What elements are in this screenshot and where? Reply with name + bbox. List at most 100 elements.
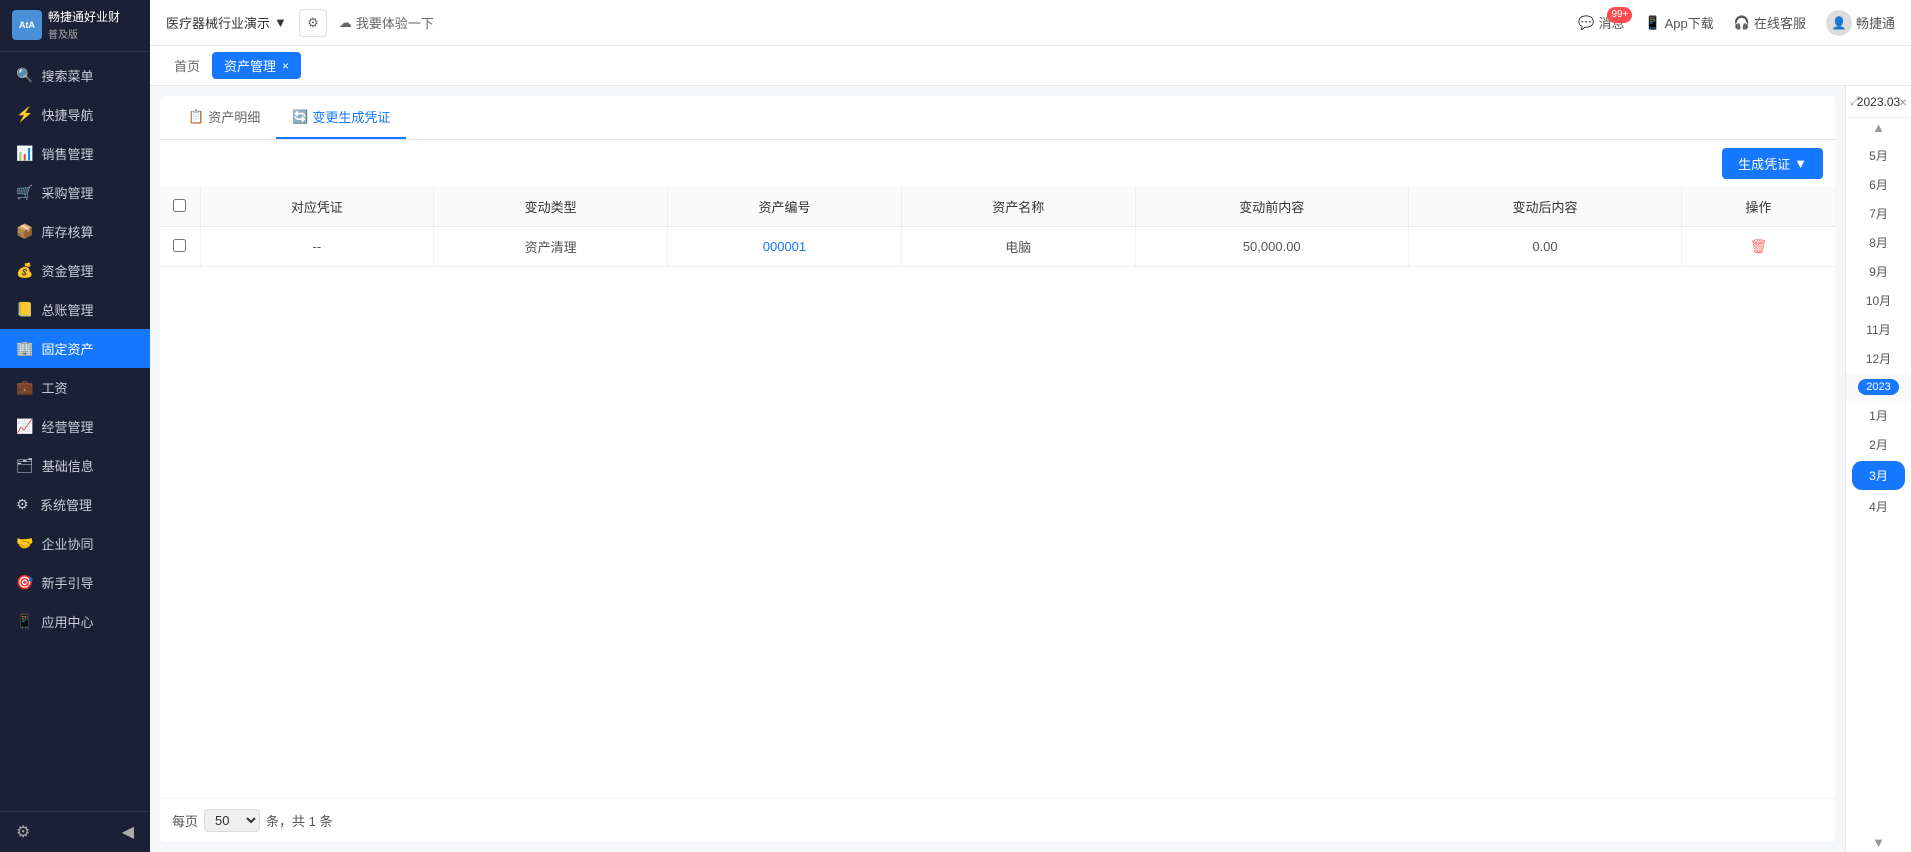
calendar-month-7月[interactable]: 7月 <box>1846 199 1911 228</box>
chevron-down-icon: ▼ <box>1872 835 1885 850</box>
app-name: 畅捷通好业财 <box>48 10 120 26</box>
sidebar-item-enterprise[interactable]: 🤝企业协同 <box>0 524 150 563</box>
calendar-2023-month-4月[interactable]: 4月 <box>1846 492 1911 521</box>
calendar-2023-month-3月[interactable]: 3月 <box>1852 461 1905 490</box>
sidebar-label-base-info: 基础信息 <box>42 456 94 475</box>
company-selector[interactable]: 医疗器械行业演示 ▼ <box>166 13 287 32</box>
sidebar-item-inventory[interactable]: 📦库存核算 <box>0 212 150 251</box>
sidebar-label-quick-nav: 快捷导航 <box>41 105 93 124</box>
col-asset-code: 资产编号 <box>668 187 902 227</box>
calendar-year-2023: 2023 <box>1846 373 1911 401</box>
topbar: 医疗器械行业演示 ▼ ⚙ ☁ 我要体验一下 💬 消息 99+ 📱 App下载 🎧… <box>150 0 1911 46</box>
sidebar-item-finance[interactable]: 💰 资金管理 <box>0 251 150 290</box>
tab-home[interactable]: 首页 <box>166 52 208 79</box>
delete-icon[interactable]: 🗑 <box>1750 238 1768 254</box>
ledger-icon: 📒 <box>16 301 33 318</box>
col-change-type: 变动类型 <box>434 187 668 227</box>
data-table: 对应凭证 变动类型 资产编号 资产名称 变动前内容 变动后内容 操作 <box>160 187 1835 267</box>
finance-icon: 💰 <box>16 262 33 279</box>
row-checkbox-0[interactable] <box>173 239 186 252</box>
pagination: 每页 102050100 条，共 1 条 <box>160 798 1835 842</box>
tab-close-icon[interactable]: × <box>282 59 289 73</box>
gear-icon: ⚙ <box>307 15 319 31</box>
base-info-icon: 🗂 <box>16 457 34 474</box>
sidebar-label-search: 搜索菜单 <box>41 66 93 85</box>
logo-area: AtA 畅捷通好业财 普及版 <box>0 0 150 52</box>
sidebar-label-fixed-assets: 固定资产 <box>41 339 93 358</box>
table-toolbar: 生成凭证 ▼ <box>160 140 1835 187</box>
calendar-panel: ⤢ 2023.03 × ▲ 5月6月7月8月9月10月11月12月 2023 1月2… <box>1845 86 1911 852</box>
sidebar-nav: 🔍搜索菜单 ⚡ 快捷导航 📊 销售管理 🛒采购管理📦库存核算 💰 资金管理 📒 总账管理 🏢固定资产… <box>0 52 150 811</box>
calendar-month-5月[interactable]: 5月 <box>1846 141 1911 170</box>
sidebar-item-operations[interactable]: 📈经营管理 <box>0 407 150 446</box>
app-download-button[interactable]: 📱 App下载 <box>1644 13 1713 32</box>
generate-voucher-button[interactable]: 生成凭证 ▼ <box>1722 148 1823 179</box>
calendar-2023-month-2月[interactable]: 2月 <box>1846 430 1911 459</box>
sub-tab-asset-list[interactable]: 📋 资产明细 <box>172 96 276 139</box>
settings-button[interactable]: ⚙ <box>299 9 327 37</box>
sidebar-label-app-center: 应用中心 <box>41 612 93 631</box>
per-page-label: 每页 <box>172 811 198 830</box>
calendar-down-btn[interactable]: ▼ <box>1846 833 1911 852</box>
cloud-icon: ☁ <box>339 15 352 31</box>
sidebar-item-ledger[interactable]: 📒 总账管理 <box>0 290 150 329</box>
sidebar-label-purchase: 采购管理 <box>41 183 93 202</box>
collapse-icon[interactable]: ◀ <box>122 822 134 842</box>
sidebar-item-base-info[interactable]: 🗂 基础信息 <box>0 446 150 485</box>
cell-before: 50,000.00 <box>1135 227 1408 267</box>
sidebar-label-sales: 销售管理 <box>41 144 93 163</box>
inventory-icon: 📦 <box>16 223 33 240</box>
user-profile[interactable]: 👤 畅捷通 <box>1826 10 1895 36</box>
guide-icon: 🎯 <box>16 574 33 591</box>
list-icon: 📋 <box>188 109 204 125</box>
sidebar-item-sys-manage[interactable]: ⚙系统管理 <box>0 485 150 524</box>
calendar-month-9月[interactable]: 9月 <box>1846 257 1911 286</box>
logo-icon: AtA <box>12 10 42 40</box>
experience-button[interactable]: ☁ 我要体验一下 <box>339 13 434 32</box>
calendar-month-11月[interactable]: 11月 <box>1846 315 1911 344</box>
tab-asset-management[interactable]: 资产管理 × <box>212 52 301 79</box>
online-service-button[interactable]: 🎧 在线客服 <box>1734 13 1806 32</box>
sidebar-item-guide[interactable]: 🎯新手引导 <box>0 563 150 602</box>
sidebar-item-purchase[interactable]: 🛒采购管理 <box>0 173 150 212</box>
message-icon: 💬 <box>1578 15 1594 31</box>
calendar-month-6月[interactable]: 6月 <box>1846 170 1911 199</box>
col-before: 变动前内容 <box>1135 187 1408 227</box>
settings-icon[interactable]: ⚙ <box>16 822 30 842</box>
calendar-month-8月[interactable]: 8月 <box>1846 228 1911 257</box>
calendar-header: 2023.03 <box>1857 95 1900 109</box>
tab-bar: 首页 资产管理 × <box>150 46 1911 86</box>
sidebar-label-salary: 工资 <box>41 378 67 397</box>
cell-action: 🗑 <box>1682 227 1835 267</box>
cell-after: 0.00 <box>1408 227 1681 267</box>
sub-tabs: 📋 资产明细 🔄 变更生成凭证 <box>160 96 1835 140</box>
salary-icon: 💼 <box>16 379 33 396</box>
year-badge-2023: 2023 <box>1858 379 1898 395</box>
calendar-2023-month-1月[interactable]: 1月 <box>1846 401 1911 430</box>
calendar-expand-icon[interactable]: ⤢ <box>1850 94 1860 109</box>
sidebar-item-search[interactable]: 🔍搜索菜单 <box>0 56 150 95</box>
select-all-checkbox[interactable] <box>173 199 186 212</box>
per-page-select[interactable]: 102050100 <box>204 809 260 832</box>
enterprise-icon: 🤝 <box>16 535 33 552</box>
headset-icon: 🎧 <box>1734 15 1750 31</box>
col-asset-name: 资产名称 <box>901 187 1135 227</box>
messages-button[interactable]: 💬 消息 99+ <box>1578 13 1624 32</box>
sales-icon: 📊 <box>16 145 33 162</box>
sub-tab-voucher-gen[interactable]: 🔄 变更生成凭证 <box>276 96 406 139</box>
sidebar-label-ledger: 总账管理 <box>41 300 93 319</box>
calendar-month-12月[interactable]: 12月 <box>1846 344 1911 373</box>
sidebar-item-salary[interactable]: 💼 工资 <box>0 368 150 407</box>
col-checkbox <box>160 187 200 227</box>
calendar-month-10月[interactable]: 10月 <box>1846 286 1911 315</box>
calendar-scroll: 5月6月7月8月9月10月11月12月 2023 1月2月3月4月 <box>1846 137 1911 833</box>
quick-nav-icon: ⚡ <box>16 106 33 123</box>
sidebar-item-sales[interactable]: 📊 销售管理 <box>0 134 150 173</box>
calendar-up-btn[interactable]: ▲ <box>1846 118 1911 137</box>
calendar-close-icon[interactable]: × <box>1899 94 1907 110</box>
sidebar-label-operations: 经营管理 <box>41 417 93 436</box>
sidebar-label-finance: 资金管理 <box>41 261 93 280</box>
sidebar-item-quick-nav[interactable]: ⚡ 快捷导航 <box>0 95 150 134</box>
sidebar-item-fixed-assets[interactable]: 🏢固定资产 <box>0 329 150 368</box>
sidebar-item-app-center[interactable]: 📱应用中心 <box>0 602 150 641</box>
